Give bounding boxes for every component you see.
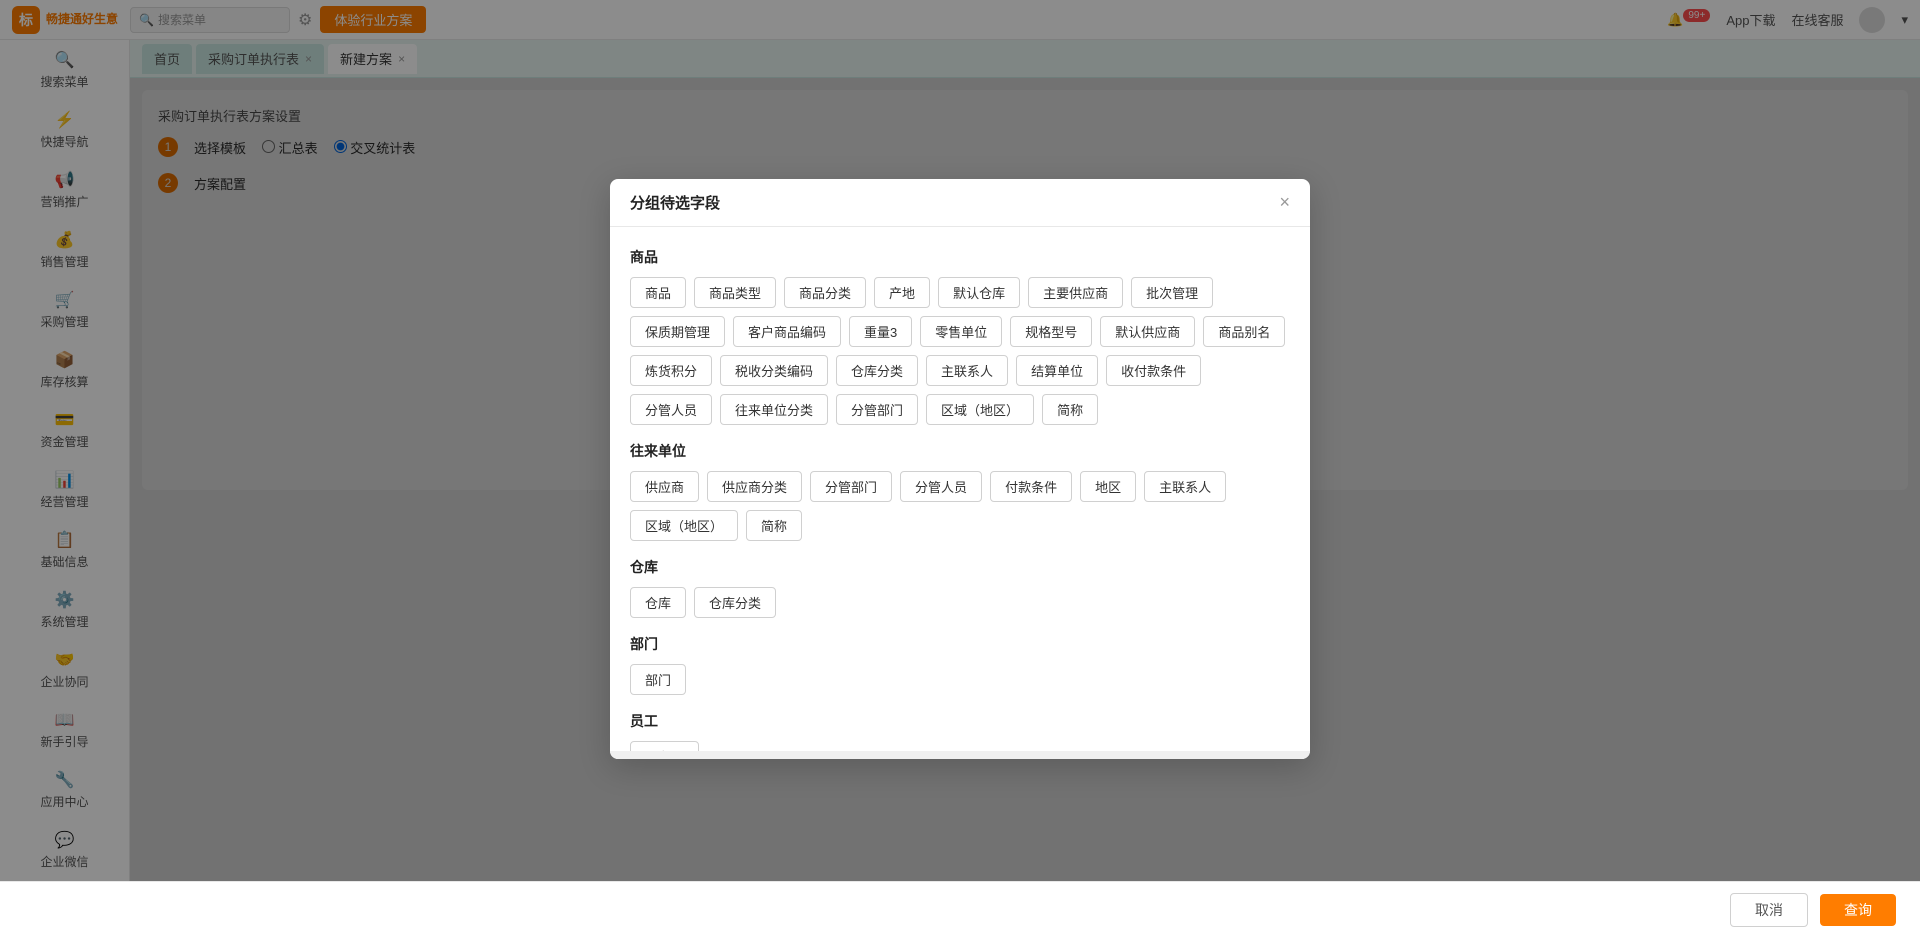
field-tag[interactable]: 炼货积分 <box>630 355 712 386</box>
field-tag[interactable]: 规格型号 <box>1010 316 1092 347</box>
field-tag[interactable]: 商品类型 <box>694 277 776 308</box>
field-tag[interactable]: 分管人员 <box>900 471 982 502</box>
field-tag[interactable]: 零售单位 <box>920 316 1002 347</box>
field-tag[interactable]: 区域（地区） <box>926 394 1034 425</box>
bottom-bar: 取消 查询 <box>0 881 1920 937</box>
field-tag[interactable]: 商品 <box>630 277 686 308</box>
field-tag[interactable]: 保质期管理 <box>630 316 725 347</box>
field-tag[interactable]: 重量3 <box>849 316 912 347</box>
field-tag[interactable]: 主联系人 <box>1144 471 1226 502</box>
field-tag[interactable]: 结算单位 <box>1016 355 1098 386</box>
horizontal-scrollbar <box>610 751 1310 759</box>
field-tag[interactable]: 默认仓库 <box>938 277 1020 308</box>
field-tag[interactable]: 往来单位分类 <box>720 394 828 425</box>
field-tag[interactable]: 收付款条件 <box>1106 355 1201 386</box>
field-grid: 部门 <box>630 664 1290 695</box>
section-title: 仓库 <box>630 557 1290 577</box>
modal-close-button[interactable]: × <box>1279 193 1290 211</box>
field-tag[interactable]: 批次管理 <box>1131 277 1213 308</box>
field-tag[interactable]: 供应商分类 <box>707 471 802 502</box>
modal-body: 商品商品商品类型商品分类产地默认仓库主要供应商批次管理保质期管理客户商品编码重量… <box>610 227 1310 751</box>
field-tag[interactable]: 默认供应商 <box>1100 316 1195 347</box>
modal-header: 分组待选字段 × <box>610 179 1310 227</box>
field-tag[interactable]: 仓库 <box>630 587 686 618</box>
field-tag[interactable]: 分管人员 <box>630 394 712 425</box>
field-tag[interactable]: 分管部门 <box>810 471 892 502</box>
field-tag[interactable]: 业务员 <box>630 741 699 751</box>
field-tag[interactable]: 部门 <box>630 664 686 695</box>
field-tag[interactable]: 供应商 <box>630 471 699 502</box>
field-tag[interactable]: 付款条件 <box>990 471 1072 502</box>
field-tag[interactable]: 区域（地区） <box>630 510 738 541</box>
field-tag[interactable]: 主要供应商 <box>1028 277 1123 308</box>
cancel-button[interactable]: 取消 <box>1730 893 1808 927</box>
field-tag[interactable]: 产地 <box>874 277 930 308</box>
field-grid: 供应商供应商分类分管部门分管人员付款条件地区主联系人区域（地区） 简称 <box>630 471 1290 541</box>
section-title: 部门 <box>630 634 1290 654</box>
confirm-button[interactable]: 查询 <box>1820 894 1896 926</box>
field-tag[interactable]: 主联系人 <box>926 355 1008 386</box>
modal-title: 分组待选字段 <box>630 192 720 213</box>
field-grid: 业务员 <box>630 741 1290 751</box>
field-tag[interactable]: 客户商品编码 <box>733 316 841 347</box>
field-select-modal: 分组待选字段 × 商品商品商品类型商品分类产地默认仓库主要供应商批次管理保质期管… <box>610 179 1310 759</box>
field-tag[interactable]: 地区 <box>1080 471 1136 502</box>
field-tag[interactable]: 仓库分类 <box>836 355 918 386</box>
field-grid: 仓库仓库分类 <box>630 587 1290 618</box>
section-title: 往来单位 <box>630 441 1290 461</box>
section-title: 员工 <box>630 711 1290 731</box>
field-tag[interactable]: 简称 <box>746 510 802 541</box>
field-tag[interactable]: 分管部门 <box>836 394 918 425</box>
field-tag[interactable]: 仓库分类 <box>694 587 776 618</box>
field-grid: 商品商品类型商品分类产地默认仓库主要供应商批次管理保质期管理客户商品编码重量3 零… <box>630 277 1290 425</box>
field-tag[interactable]: 商品别名 <box>1203 316 1285 347</box>
section-title: 商品 <box>630 247 1290 267</box>
field-tag[interactable]: 商品分类 <box>784 277 866 308</box>
field-tag[interactable]: 税收分类编码 <box>720 355 828 386</box>
field-tag[interactable]: 简称 <box>1042 394 1098 425</box>
